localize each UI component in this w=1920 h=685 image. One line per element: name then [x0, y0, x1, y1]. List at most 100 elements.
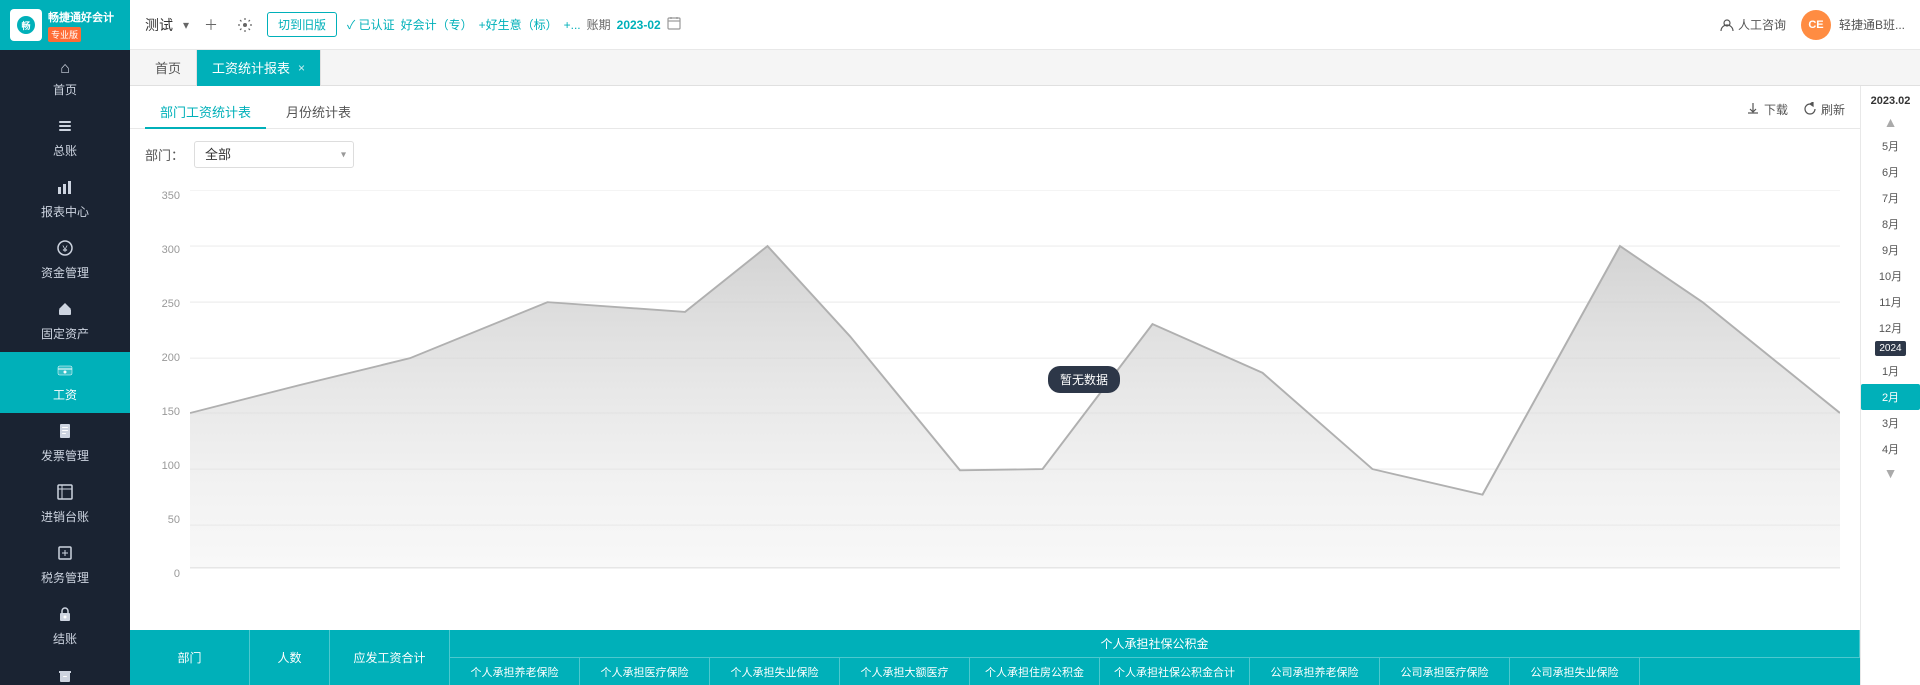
product-tag-biz: +好生意（标）	[479, 16, 558, 33]
sidebar-item-reports[interactable]: 报表中心	[0, 169, 130, 230]
month-2-active[interactable]: 2月	[1861, 384, 1920, 410]
chart-svg-wrapper: 暂无数据	[190, 190, 1840, 580]
app-logo: 畅 畅捷通好会计 专业版	[0, 0, 130, 50]
sidebar-item-salary[interactable]: 工资	[0, 352, 130, 413]
month-5[interactable]: 5月	[1861, 133, 1920, 159]
add-button[interactable]: ＋	[199, 13, 223, 37]
logo-icon: 畅	[10, 9, 42, 41]
invoice-icon	[55, 423, 75, 444]
dept-select-wrapper: 全部 财务部 行政部 技术部 销售部 ▾	[194, 141, 354, 168]
main-area: 测试 ▾ ＋ 切到旧版 ✓ 已认证 好会计（专） +好生意（标） +... 账期…	[130, 0, 1920, 685]
funds-icon: ¥	[55, 240, 75, 261]
y-label-150: 150	[162, 406, 180, 418]
reports-icon	[55, 179, 75, 200]
year-2023-label: 2023.02	[1861, 91, 1920, 111]
settings-button[interactable]	[233, 13, 257, 37]
period-value: 2023-02	[617, 18, 661, 32]
filter-bar: 部门： 全部 财务部 行政部 技术部 销售部 ▾	[130, 129, 1860, 180]
user-area[interactable]: CE 轻捷通B班...	[1801, 10, 1905, 40]
y-label-250: 250	[162, 298, 180, 310]
product-tag-good: 好会计（专）	[401, 16, 473, 33]
month-7[interactable]: 7月	[1861, 185, 1920, 211]
calendar-icon[interactable]	[667, 16, 681, 33]
certified-status: ✓ 已认证	[347, 16, 395, 33]
th-personal-col-3: 个人承担大额医疗	[840, 658, 970, 685]
sidebar-item-home[interactable]: ⌂ 首页	[0, 50, 130, 108]
th-personal-col-5: 个人承担社保公积金合计	[1100, 658, 1250, 685]
month-11[interactable]: 11月	[1861, 289, 1920, 315]
sidebar-item-assets[interactable]: 固定资产	[0, 291, 130, 352]
service-button[interactable]: 人工咨询	[1720, 16, 1786, 33]
tax-icon	[55, 545, 75, 566]
dropdown-arrow-icon[interactable]: ▾	[183, 18, 189, 32]
assets-icon	[55, 301, 75, 322]
sidebar-item-closing[interactable]: 结账	[0, 596, 130, 657]
topbar: 测试 ▾ ＋ 切到旧版 ✓ 已认证 好会计（专） +好生意（标） +... 账期…	[130, 0, 1920, 50]
sidebar-item-invoice[interactable]: 发票管理	[0, 413, 130, 474]
month-3[interactable]: 3月	[1861, 410, 1920, 436]
salary-icon	[55, 362, 75, 383]
sidebar-item-funds[interactable]: ¥ 资金管理	[0, 230, 130, 291]
closing-icon	[55, 606, 75, 627]
svg-text:畅: 畅	[21, 20, 30, 31]
dept-select[interactable]: 全部 财务部 行政部 技术部 销售部	[194, 141, 354, 168]
content: 部门工资统计表 月份统计表 下载	[130, 86, 1920, 685]
period-label: 账期	[587, 16, 611, 33]
tabbar: 首页 工资统计报表 ×	[130, 50, 1920, 86]
th-personal-col-2: 个人承担失业保险	[710, 658, 840, 685]
sidebar: 畅 畅捷通好会计 专业版 ⌂ 首页 总账	[0, 0, 130, 685]
th-personal-col-1: 个人承担医疗保险	[580, 658, 710, 685]
month-6[interactable]: 6月	[1861, 159, 1920, 185]
th-dept: 部门	[130, 630, 250, 685]
scroll-up-arrow[interactable]: ▲	[1884, 111, 1898, 133]
y-axis: 350 300 250 200 150 100 50 0	[145, 190, 185, 580]
sidebar-item-tax[interactable]: 税务管理	[0, 535, 130, 596]
th-personal-group: 个人承担社保公积金 个人承担养老保险 个人承担医疗保险 个人承担失业保险 个人承…	[450, 630, 1860, 685]
close-tab-icon[interactable]: ×	[298, 61, 305, 75]
month-9[interactable]: 9月	[1861, 237, 1920, 263]
month-1[interactable]: 1月	[1861, 358, 1920, 384]
sidebar-item-archive[interactable]: 归档管理	[0, 657, 130, 685]
month-12[interactable]: 12月	[1861, 315, 1920, 341]
tab-home[interactable]: 首页	[140, 50, 197, 86]
topbar-right: 人工咨询 CE 轻捷通B班...	[1720, 10, 1905, 40]
chart-container: 350 300 250 200 150 100 50 0	[145, 190, 1845, 620]
sub-tab-actions: 下载 刷新	[1746, 101, 1845, 124]
sales-icon	[55, 484, 75, 505]
sidebar-item-sales[interactable]: 进销台账	[0, 474, 130, 535]
sidebar-nav: ⌂ 首页 总账 报表中心	[0, 50, 130, 685]
y-label-350: 350	[162, 190, 180, 202]
month-4[interactable]: 4月	[1861, 436, 1920, 462]
chart-area: 350 300 250 200 150 100 50 0	[130, 180, 1860, 630]
content-main: 部门工资统计表 月份统计表 下载	[130, 86, 1860, 685]
th-company-col-0: 公司承担养老保险	[1250, 658, 1380, 685]
refresh-button[interactable]: 刷新	[1803, 101, 1845, 118]
sub-tab-month[interactable]: 月份统计表	[271, 96, 366, 129]
th-company-col-2: 公司承担失业保险	[1510, 658, 1640, 685]
download-button[interactable]: 下载	[1746, 101, 1788, 118]
y-label-50: 50	[168, 514, 180, 526]
logo-text: 畅捷通好会计 专业版	[48, 9, 114, 42]
sidebar-item-ledger[interactable]: 总账	[0, 108, 130, 169]
topbar-title: 测试	[145, 15, 173, 35]
month-10[interactable]: 10月	[1861, 263, 1920, 289]
tab-salary-report[interactable]: 工资统计报表 ×	[197, 50, 321, 86]
month-8[interactable]: 8月	[1861, 211, 1920, 237]
th-personal-cols: 个人承担养老保险 个人承担医疗保险 个人承担失业保险 个人承担大额医疗 个人承担…	[450, 658, 1860, 685]
scroll-down-arrow[interactable]: ▼	[1884, 462, 1898, 484]
right-panel: 2023.02 ▲ 5月 6月 7月 8月 9月 10月 11月 12月 202…	[1860, 86, 1920, 685]
product-tag-more: +...	[564, 18, 581, 32]
topbar-status: ✓ 已认证 好会计（专） +好生意（标） +... 账期 2023-02	[347, 16, 681, 33]
username: 轻捷通B班...	[1839, 16, 1905, 33]
th-personal-col-4: 个人承担住房公积金	[970, 658, 1100, 685]
avatar: CE	[1801, 10, 1831, 40]
y-label-300: 300	[162, 244, 180, 256]
home-icon: ⌂	[55, 60, 75, 78]
y-label-100: 100	[162, 460, 180, 472]
sub-tab-dept[interactable]: 部门工资统计表	[145, 96, 266, 129]
th-personal-col-0: 个人承担养老保险	[450, 658, 580, 685]
th-headcount: 人数	[250, 630, 330, 685]
switch-old-version-button[interactable]: 切到旧版	[267, 12, 337, 37]
archive-icon	[55, 667, 75, 685]
svg-text:¥: ¥	[61, 244, 68, 254]
